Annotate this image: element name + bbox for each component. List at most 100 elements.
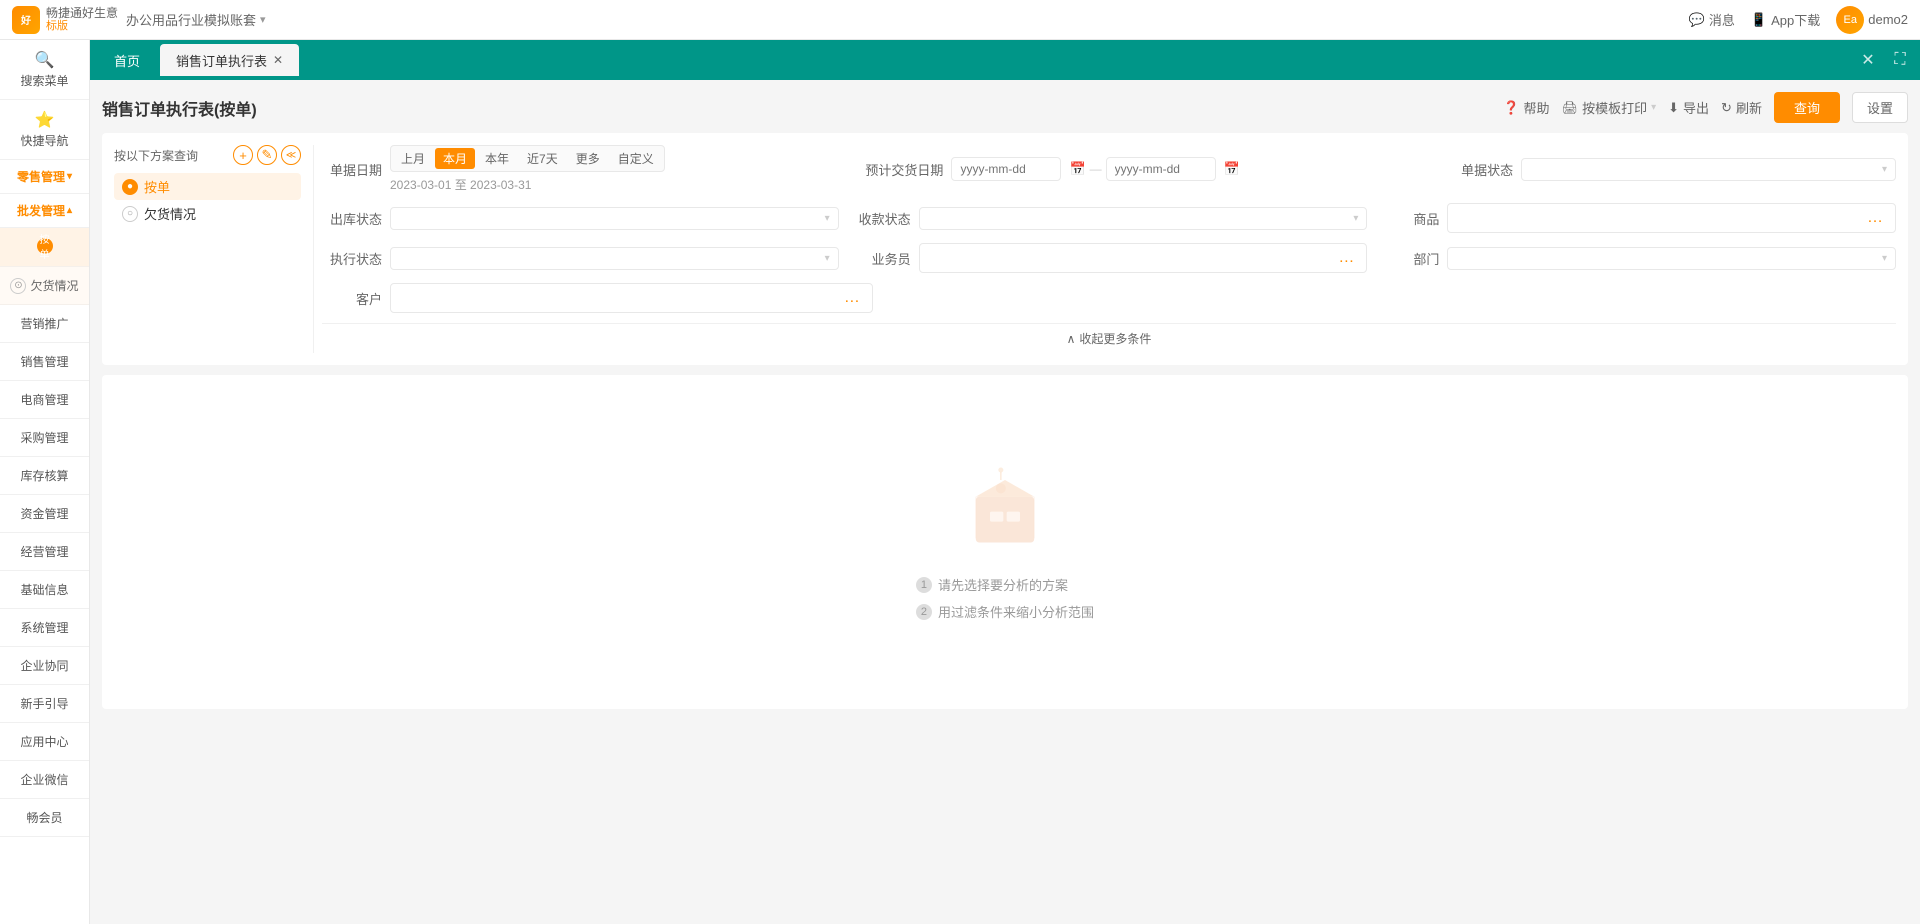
logo-area: 好 畅捷通好生意 标版 bbox=[12, 6, 118, 34]
sidebar-item-inventory[interactable]: 库存核算 bbox=[0, 457, 89, 495]
breadcrumb[interactable]: 办公用品行业模拟账套 ▾ bbox=[126, 10, 266, 29]
collapse-bar[interactable]: ∧ 收起更多条件 bbox=[322, 323, 1896, 353]
product-dots-icon[interactable]: … bbox=[1863, 209, 1887, 227]
tab-close-window-button[interactable]: ✕ bbox=[1856, 48, 1880, 72]
payment-status-control: ▾ bbox=[919, 207, 1368, 230]
date-tab-custom[interactable]: 自定义 bbox=[610, 148, 662, 169]
sidebar-item-search[interactable]: 🔍 搜索菜单 bbox=[0, 40, 89, 100]
tab-close-icon[interactable]: ✕ bbox=[273, 54, 283, 66]
salesperson-label: 业务员 bbox=[851, 249, 911, 268]
date-control: 上月 本月 本年 近7天 更多 自定义 2023-03-01 至 bbox=[390, 145, 853, 193]
salesperson-field: 业务员 … bbox=[851, 243, 1368, 273]
ship-status-select[interactable]: ▾ bbox=[390, 207, 839, 230]
message-button[interactable]: 💬 消息 bbox=[1689, 10, 1735, 29]
help-button[interactable]: ❓ 帮助 bbox=[1503, 98, 1549, 117]
app-download-button[interactable]: 📱 App下载 bbox=[1751, 10, 1820, 29]
payment-status-select[interactable]: ▾ bbox=[919, 207, 1368, 230]
sidebar-item-member[interactable]: 畅会员 bbox=[0, 799, 89, 837]
tab-maximize-button[interactable]: ⛶ bbox=[1888, 48, 1912, 72]
scheme-item-order[interactable]: ● 按单 bbox=[114, 173, 301, 200]
sidebar-item-purchase[interactable]: 采购管理 bbox=[0, 419, 89, 457]
date-tabs: 上月 本月 本年 近7天 更多 自定义 bbox=[390, 145, 665, 172]
debt-circle: ⊙ bbox=[10, 278, 26, 294]
order-active-dot: ● bbox=[122, 179, 138, 195]
calendar-end-icon[interactable]: 📅 bbox=[1224, 161, 1240, 177]
user-menu[interactable]: Ea demo2 bbox=[1836, 6, 1908, 34]
status-select[interactable]: ▾ bbox=[1521, 158, 1896, 181]
sidebar-item-apps[interactable]: 应用中心 bbox=[0, 723, 89, 761]
empty-tip-1: 1 请先选择要分析的方案 bbox=[916, 575, 1094, 594]
content-area: 首页 销售订单执行表 ✕ ✕ ⛶ 销售订单执行表(按单) ❓ 帮助 bbox=[90, 40, 1920, 924]
sidebar-item-collab[interactable]: 企业协同 bbox=[0, 647, 89, 685]
add-scheme-button[interactable]: + bbox=[233, 145, 253, 165]
ship-status-control: ▾ bbox=[390, 207, 839, 230]
sidebar-item-debt[interactable]: ⊙ 欠货情况 bbox=[0, 267, 89, 305]
sidebar-item-guide[interactable]: 新手引导 bbox=[0, 685, 89, 723]
settings-button[interactable]: 设置 bbox=[1852, 92, 1908, 123]
collapse-up-icon: ∧ bbox=[1067, 332, 1076, 346]
scheme-item-debt[interactable]: ○ 欠货情况 bbox=[114, 200, 301, 227]
dept-select-arrow-icon: ▾ bbox=[1882, 253, 1887, 264]
date-tabs-row: 上月 本月 本年 近7天 更多 自定义 bbox=[390, 145, 665, 172]
date-field: 单据日期 上月 本月 本年 近7天 bbox=[322, 145, 853, 193]
salesperson-dots-icon[interactable]: … bbox=[1334, 249, 1358, 267]
sidebar-item-ecommerce[interactable]: 电商管理 bbox=[0, 381, 89, 419]
tip-num-2: 2 bbox=[916, 604, 932, 620]
salesperson-select[interactable]: … bbox=[919, 243, 1368, 273]
sidebar-item-sales[interactable]: 销售管理 bbox=[0, 343, 89, 381]
expected-date-start-input[interactable] bbox=[951, 157, 1061, 181]
product-label: 商品 bbox=[1379, 209, 1439, 228]
product-select[interactable]: … bbox=[1447, 203, 1896, 233]
sidebar-item-order[interactable]: 按单 bbox=[0, 228, 89, 267]
date-tab-this-year[interactable]: 本年 bbox=[477, 148, 517, 169]
print-arrow-icon: ▾ bbox=[1651, 102, 1656, 113]
customer-select[interactable]: … bbox=[390, 283, 873, 313]
print-button[interactable]: 🖨 按模板打印 ▾ bbox=[1562, 98, 1657, 117]
sidebar-item-shortcut[interactable]: ⭐ 快捷导航 bbox=[0, 100, 89, 160]
message-icon: 💬 bbox=[1689, 12, 1705, 28]
sidebar-item-wechat[interactable]: 企业微信 bbox=[0, 761, 89, 799]
debt-scheme-circle: ○ bbox=[122, 206, 138, 222]
search-icon: 🔍 bbox=[35, 50, 55, 70]
calendar-start-icon[interactable]: 📅 bbox=[1069, 161, 1085, 177]
date-tab-7days[interactable]: 近7天 bbox=[519, 148, 566, 169]
filter-row-1: 单据日期 上月 本月 本年 近7天 bbox=[322, 145, 1896, 193]
expected-date-end-input[interactable] bbox=[1106, 157, 1216, 181]
edit-scheme-button[interactable]: ✎ bbox=[257, 145, 277, 165]
dept-field: 部门 ▾ bbox=[1379, 247, 1896, 270]
expected-date-field: 预计交货日期 📅 — 📅 bbox=[865, 157, 1441, 181]
logo-text: 畅捷通好生意 标版 bbox=[46, 6, 118, 34]
ship-status-field: 出库状态 ▾ bbox=[322, 207, 839, 230]
exec-status-field: 执行状态 ▾ bbox=[322, 247, 839, 270]
export-button[interactable]: ⬇ 导出 bbox=[1668, 98, 1709, 117]
sidebar-item-finance[interactable]: 资金管理 bbox=[0, 495, 89, 533]
empty-tips-list: 1 请先选择要分析的方案 2 用过滤条件来缩小分析范围 bbox=[916, 575, 1094, 629]
status-select-arrow-icon: ▾ bbox=[1882, 164, 1887, 175]
customer-label: 客户 bbox=[322, 289, 382, 308]
tab-sales-order[interactable]: 销售订单执行表 ✕ bbox=[160, 44, 299, 76]
sidebar: 🔍 搜索菜单 ⭐ 快捷导航 零售管理 ▾ 批发管理 ▴ 按单 ⊙ 欠货情况 bbox=[0, 40, 90, 924]
search-button[interactable]: 查询 bbox=[1774, 92, 1840, 123]
sidebar-item-basic[interactable]: 基础信息 bbox=[0, 571, 89, 609]
order-dot: 按单 bbox=[37, 238, 53, 254]
date-tab-this-month[interactable]: 本月 bbox=[435, 148, 475, 169]
tab-home[interactable]: 首页 bbox=[98, 44, 156, 76]
exec-status-control: ▾ bbox=[390, 247, 839, 270]
header-left: 好 畅捷通好生意 标版 办公用品行业模拟账套 ▾ bbox=[12, 6, 266, 34]
ship-status-label: 出库状态 bbox=[322, 209, 382, 228]
date-tab-prev-month[interactable]: 上月 bbox=[393, 148, 433, 169]
collapse-scheme-button[interactable]: ≪ bbox=[281, 145, 301, 165]
dept-select[interactable]: ▾ bbox=[1447, 247, 1896, 270]
sidebar-item-operations[interactable]: 经营管理 bbox=[0, 533, 89, 571]
exec-status-select[interactable]: ▾ bbox=[390, 247, 839, 270]
sidebar-item-marketing[interactable]: 营销推广 bbox=[0, 305, 89, 343]
page-content: 销售订单执行表(按单) ❓ 帮助 🖨 按模板打印 ▾ ⬇ 导出 bbox=[90, 80, 1920, 924]
sidebar-item-retail[interactable]: 零售管理 ▾ bbox=[0, 160, 89, 194]
dept-control: ▾ bbox=[1447, 247, 1896, 270]
refresh-button[interactable]: ↻ 刷新 bbox=[1721, 98, 1762, 117]
sidebar-item-system[interactable]: 系统管理 bbox=[0, 609, 89, 647]
sidebar-item-wholesale[interactable]: 批发管理 ▴ bbox=[0, 194, 89, 228]
date-tab-more[interactable]: 更多 bbox=[568, 148, 608, 169]
customer-dots-icon[interactable]: … bbox=[840, 289, 864, 307]
help-icon: ❓ bbox=[1503, 100, 1519, 116]
